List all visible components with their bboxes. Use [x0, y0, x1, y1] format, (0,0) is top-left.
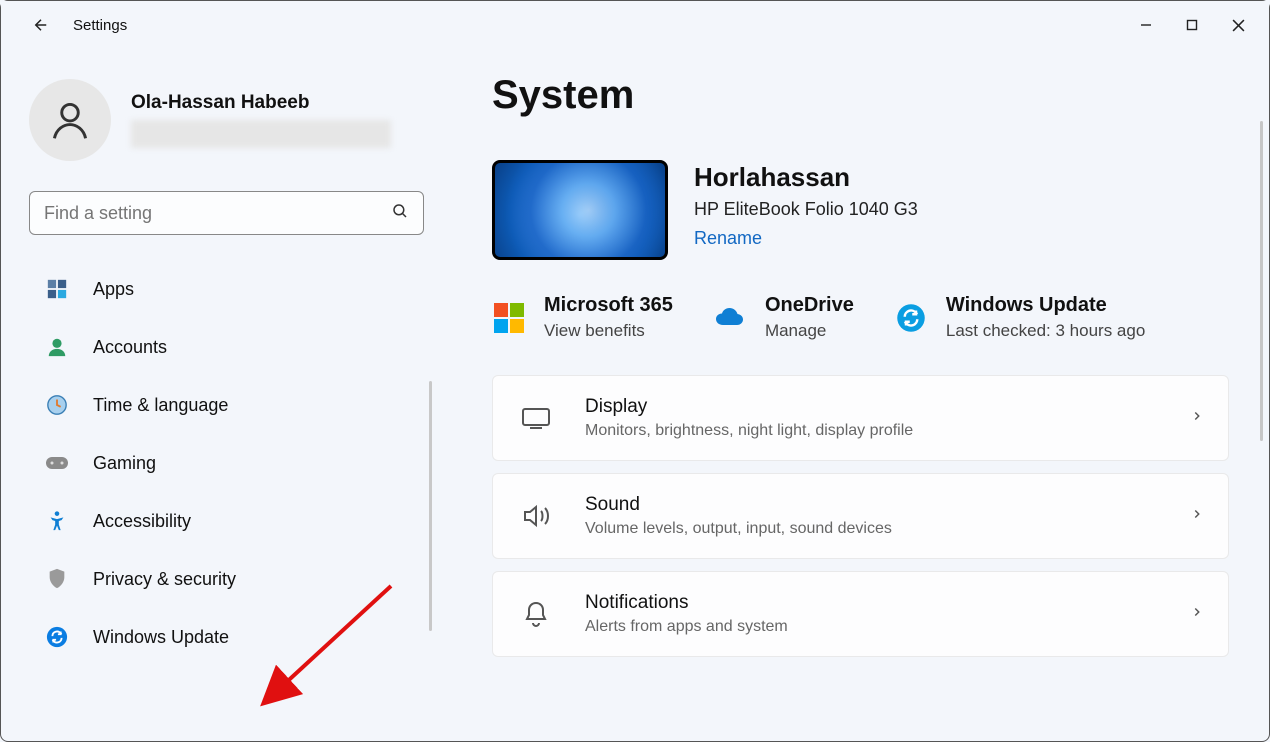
chevron-right-icon	[1190, 507, 1204, 526]
nav-scrollbar[interactable]	[429, 381, 432, 631]
notifications-icon	[517, 600, 555, 628]
search-icon	[391, 202, 409, 225]
privacy-security-icon	[45, 567, 69, 591]
device-model: HP EliteBook Folio 1040 G3	[694, 199, 918, 220]
card-notifications[interactable]: Notifications Alerts from apps and syste…	[492, 571, 1229, 657]
card-sub: Monitors, brightness, night light, displ…	[585, 422, 913, 440]
sidebar-item-label: Time & language	[93, 395, 228, 416]
close-button[interactable]	[1215, 9, 1261, 41]
status-row: Microsoft 365 View benefits OneDrive Man…	[492, 294, 1229, 341]
accessibility-icon	[45, 509, 69, 533]
sidebar-item-label: Gaming	[93, 453, 156, 474]
status-windows-update[interactable]: Windows Update Last checked: 3 hours ago	[894, 294, 1145, 341]
time-language-icon	[45, 393, 69, 417]
card-title: Display	[585, 396, 913, 418]
status-sub: Manage	[765, 321, 854, 341]
card-display[interactable]: Display Monitors, brightness, night ligh…	[492, 375, 1229, 461]
apps-icon	[45, 277, 69, 301]
rename-link[interactable]: Rename	[694, 228, 762, 249]
content-scrollbar[interactable]	[1260, 121, 1263, 441]
user-block[interactable]: Ola-Hassan Habeeb	[29, 79, 426, 161]
back-button[interactable]	[21, 5, 61, 45]
status-onedrive[interactable]: OneDrive Manage	[713, 294, 854, 341]
sidebar-item-privacy-security[interactable]: Privacy & security	[29, 553, 426, 605]
sidebar-item-accounts[interactable]: Accounts	[29, 321, 426, 373]
device-block: Horlahassan HP EliteBook Folio 1040 G3 R…	[492, 160, 1229, 260]
sidebar-item-apps[interactable]: Apps	[29, 263, 426, 315]
status-microsoft-365[interactable]: Microsoft 365 View benefits	[492, 294, 673, 341]
sidebar-item-gaming[interactable]: Gaming	[29, 437, 426, 489]
microsoft-365-icon	[492, 301, 526, 335]
sidebar-item-label: Accessibility	[93, 511, 191, 532]
card-title: Sound	[585, 494, 892, 516]
card-sub: Alerts from apps and system	[585, 618, 788, 636]
gaming-icon	[45, 451, 69, 475]
avatar	[29, 79, 111, 161]
sidebar-item-windows-update[interactable]: Windows Update	[29, 611, 426, 663]
card-sound[interactable]: Sound Volume levels, output, input, soun…	[492, 473, 1229, 559]
status-sub: Last checked: 3 hours ago	[946, 321, 1145, 341]
user-email-redacted	[131, 120, 391, 148]
sidebar-item-label: Accounts	[93, 337, 167, 358]
card-sub: Volume levels, output, input, sound devi…	[585, 520, 892, 538]
sidebar-item-label: Apps	[93, 279, 134, 300]
titlebar: Settings	[1, 1, 1269, 49]
device-name: Horlahassan	[694, 162, 918, 193]
status-sub: View benefits	[544, 321, 673, 341]
page-title: System	[492, 73, 1229, 118]
sidebar: Ola-Hassan Habeeb Apps Accou	[1, 49, 436, 741]
chevron-right-icon	[1190, 605, 1204, 624]
windows-update-status-icon	[894, 301, 928, 335]
status-title: Windows Update	[946, 294, 1145, 317]
device-wallpaper-thumb[interactable]	[492, 160, 668, 260]
status-title: OneDrive	[765, 294, 854, 317]
nav: Apps Accounts Time & language Gaming	[29, 263, 426, 663]
sidebar-item-label: Windows Update	[93, 627, 229, 648]
sidebar-item-time-language[interactable]: Time & language	[29, 379, 426, 431]
sidebar-item-accessibility[interactable]: Accessibility	[29, 495, 426, 547]
chevron-right-icon	[1190, 409, 1204, 428]
sidebar-item-label: Privacy & security	[93, 569, 236, 590]
window-title: Settings	[73, 17, 127, 34]
onedrive-icon	[713, 301, 747, 335]
card-title: Notifications	[585, 592, 788, 614]
maximize-button[interactable]	[1169, 9, 1215, 41]
content-pane: System Horlahassan HP EliteBook Folio 10…	[436, 49, 1269, 741]
minimize-button[interactable]	[1123, 9, 1169, 41]
window-controls	[1123, 9, 1261, 41]
display-icon	[517, 406, 555, 430]
search-input[interactable]	[44, 203, 391, 224]
settings-cards: Display Monitors, brightness, night ligh…	[492, 375, 1229, 657]
accounts-icon	[45, 335, 69, 359]
windows-update-icon	[45, 625, 69, 649]
user-name: Ola-Hassan Habeeb	[131, 92, 391, 114]
status-title: Microsoft 365	[544, 294, 673, 317]
search-box[interactable]	[29, 191, 424, 235]
sound-icon	[517, 503, 555, 529]
